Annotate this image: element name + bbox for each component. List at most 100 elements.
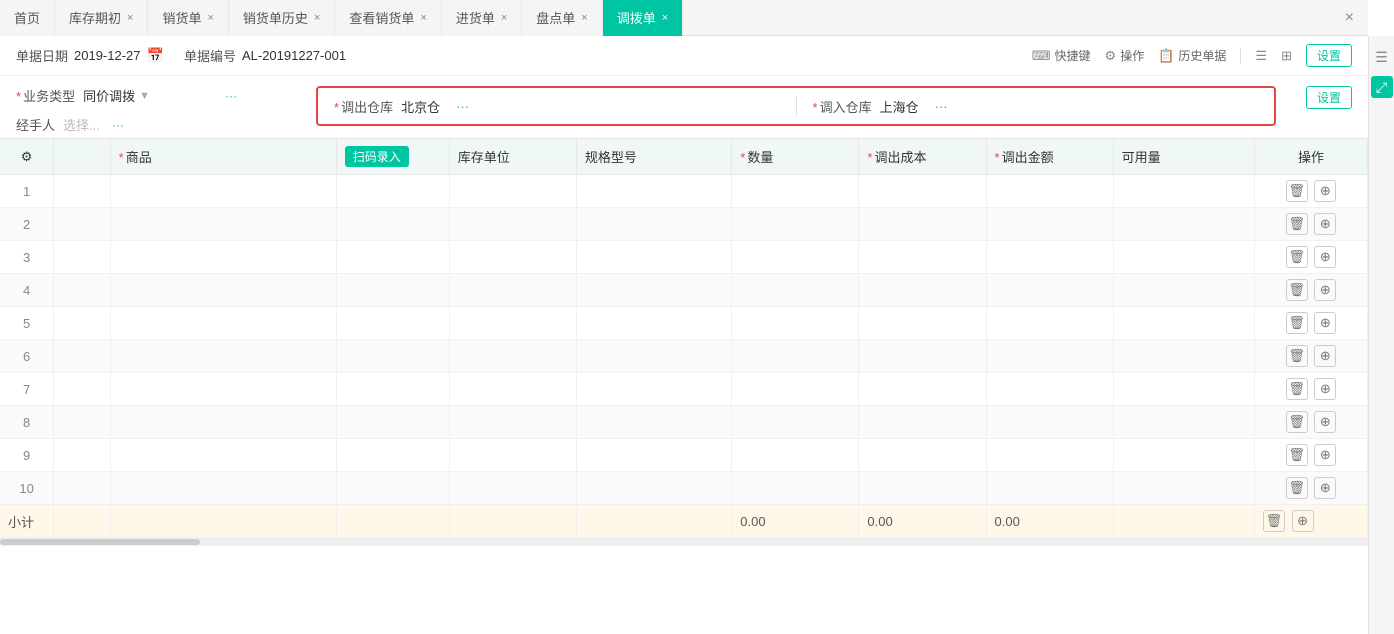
row-unit[interactable] bbox=[449, 241, 576, 274]
row-unit[interactable] bbox=[449, 175, 576, 208]
window-close-button[interactable]: × bbox=[1331, 0, 1368, 36]
layout-icon-grid[interactable]: ⊞ bbox=[1281, 48, 1292, 64]
row-amount[interactable] bbox=[986, 241, 1113, 274]
row-cost[interactable] bbox=[859, 241, 986, 274]
row-spec[interactable] bbox=[576, 373, 731, 406]
gear-icon[interactable]: ⚙ bbox=[21, 149, 33, 164]
sidebar-list-icon[interactable]: ☰ bbox=[1371, 46, 1393, 68]
scan-button[interactable]: 扫码录入 bbox=[345, 146, 409, 167]
row-product[interactable] bbox=[110, 307, 336, 340]
layout-icon-list[interactable]: ☰ bbox=[1255, 48, 1267, 64]
row-delete-btn[interactable]: 🗑 bbox=[1286, 180, 1308, 202]
row-copy-btn[interactable]: ⊕ bbox=[1314, 312, 1336, 334]
row-amount[interactable] bbox=[986, 373, 1113, 406]
row-amount[interactable] bbox=[986, 208, 1113, 241]
row-unit[interactable] bbox=[449, 472, 576, 505]
row-cost[interactable] bbox=[859, 175, 986, 208]
row-product[interactable] bbox=[110, 406, 336, 439]
row-qty[interactable] bbox=[732, 340, 859, 373]
tab-inventory-init[interactable]: 库存期初 × bbox=[55, 0, 148, 36]
row-delete-btn[interactable]: 🗑 bbox=[1286, 345, 1308, 367]
biz-type-select[interactable]: 同价调拨 ▼ bbox=[83, 86, 213, 105]
row-product[interactable] bbox=[110, 439, 336, 472]
row-product[interactable] bbox=[110, 373, 336, 406]
row-qty[interactable] bbox=[732, 307, 859, 340]
tab-home[interactable]: 首页 bbox=[0, 0, 55, 36]
row-cost[interactable] bbox=[859, 373, 986, 406]
row-copy-btn[interactable]: ⊕ bbox=[1314, 477, 1336, 499]
row-spec[interactable] bbox=[576, 208, 731, 241]
sidebar-expand-icon[interactable]: ⤢ bbox=[1371, 76, 1393, 98]
tab-inventory-close[interactable]: × bbox=[127, 12, 133, 24]
row-spec[interactable] bbox=[576, 175, 731, 208]
row-amount[interactable] bbox=[986, 406, 1113, 439]
row-copy-btn[interactable]: ⊕ bbox=[1314, 279, 1336, 301]
row-qty[interactable] bbox=[732, 373, 859, 406]
row-delete-btn[interactable]: 🗑 bbox=[1286, 378, 1308, 400]
row-cost[interactable] bbox=[859, 472, 986, 505]
biz-type-dropdown-arrow[interactable]: ▼ bbox=[139, 90, 150, 102]
warehouse-out-more[interactable]: ··· bbox=[456, 99, 469, 114]
row-qty[interactable] bbox=[732, 406, 859, 439]
row-product[interactable] bbox=[110, 472, 336, 505]
tab-transfer-close[interactable]: × bbox=[662, 12, 668, 24]
row-spec[interactable] bbox=[576, 340, 731, 373]
tab-view-sales-close[interactable]: × bbox=[420, 12, 426, 24]
row-cost[interactable] bbox=[859, 340, 986, 373]
row-unit[interactable] bbox=[449, 439, 576, 472]
row-amount[interactable] bbox=[986, 439, 1113, 472]
warehouse-in-more[interactable]: ··· bbox=[935, 99, 948, 114]
row-spec[interactable] bbox=[576, 472, 731, 505]
row-qty[interactable] bbox=[732, 274, 859, 307]
row-product[interactable] bbox=[110, 241, 336, 274]
person-more[interactable]: ··· bbox=[112, 118, 124, 132]
row-unit[interactable] bbox=[449, 307, 576, 340]
row-cost[interactable] bbox=[859, 208, 986, 241]
row-copy-btn[interactable]: ⊕ bbox=[1314, 246, 1336, 268]
row-delete-btn[interactable]: 🗑 bbox=[1286, 312, 1308, 334]
row-amount[interactable] bbox=[986, 175, 1113, 208]
row-unit[interactable] bbox=[449, 274, 576, 307]
row-amount[interactable] bbox=[986, 340, 1113, 373]
tab-view-sales[interactable]: 查看销货单 × bbox=[335, 0, 441, 36]
warehouse-setting-button[interactable]: 设置 bbox=[1306, 86, 1352, 109]
row-copy-btn[interactable]: ⊕ bbox=[1314, 180, 1336, 202]
tab-sales-close[interactable]: × bbox=[207, 12, 213, 24]
row-product[interactable] bbox=[110, 175, 336, 208]
row-cost[interactable] bbox=[859, 439, 986, 472]
subtotal-copy-btn[interactable]: ⊕ bbox=[1292, 510, 1314, 532]
row-amount[interactable] bbox=[986, 472, 1113, 505]
row-unit[interactable] bbox=[449, 340, 576, 373]
row-qty[interactable] bbox=[732, 439, 859, 472]
calendar-icon[interactable]: 📅 bbox=[147, 47, 164, 64]
subtotal-delete-btn[interactable]: 🗑 bbox=[1263, 510, 1285, 532]
row-delete-btn[interactable]: 🗑 bbox=[1286, 444, 1308, 466]
row-spec[interactable] bbox=[576, 406, 731, 439]
col-gear[interactable]: ⚙ bbox=[0, 139, 54, 175]
operate-button[interactable]: ⚙ 操作 bbox=[1105, 47, 1145, 64]
row-unit[interactable] bbox=[449, 373, 576, 406]
setting-button[interactable]: 设置 bbox=[1306, 44, 1352, 67]
row-unit[interactable] bbox=[449, 406, 576, 439]
row-delete-btn[interactable]: 🗑 bbox=[1286, 477, 1308, 499]
row-cost[interactable] bbox=[859, 274, 986, 307]
row-delete-btn[interactable]: 🗑 bbox=[1286, 411, 1308, 433]
tab-sales-order[interactable]: 销货单 × bbox=[148, 0, 228, 36]
row-delete-btn[interactable]: 🗑 bbox=[1286, 213, 1308, 235]
tab-sales-history[interactable]: 销货单历史 × bbox=[229, 0, 335, 36]
row-qty[interactable] bbox=[732, 208, 859, 241]
row-delete-btn[interactable]: 🗑 bbox=[1286, 246, 1308, 268]
row-copy-btn[interactable]: ⊕ bbox=[1314, 213, 1336, 235]
row-product[interactable] bbox=[110, 274, 336, 307]
row-qty[interactable] bbox=[732, 241, 859, 274]
tab-purchase-close[interactable]: × bbox=[501, 12, 507, 24]
row-copy-btn[interactable]: ⊕ bbox=[1314, 411, 1336, 433]
row-copy-btn[interactable]: ⊕ bbox=[1314, 444, 1336, 466]
row-spec[interactable] bbox=[576, 274, 731, 307]
tab-sales-history-close[interactable]: × bbox=[314, 12, 320, 24]
row-qty[interactable] bbox=[732, 472, 859, 505]
row-spec[interactable] bbox=[576, 439, 731, 472]
row-product[interactable] bbox=[110, 340, 336, 373]
row-delete-btn[interactable]: 🗑 bbox=[1286, 279, 1308, 301]
row-qty[interactable] bbox=[732, 175, 859, 208]
